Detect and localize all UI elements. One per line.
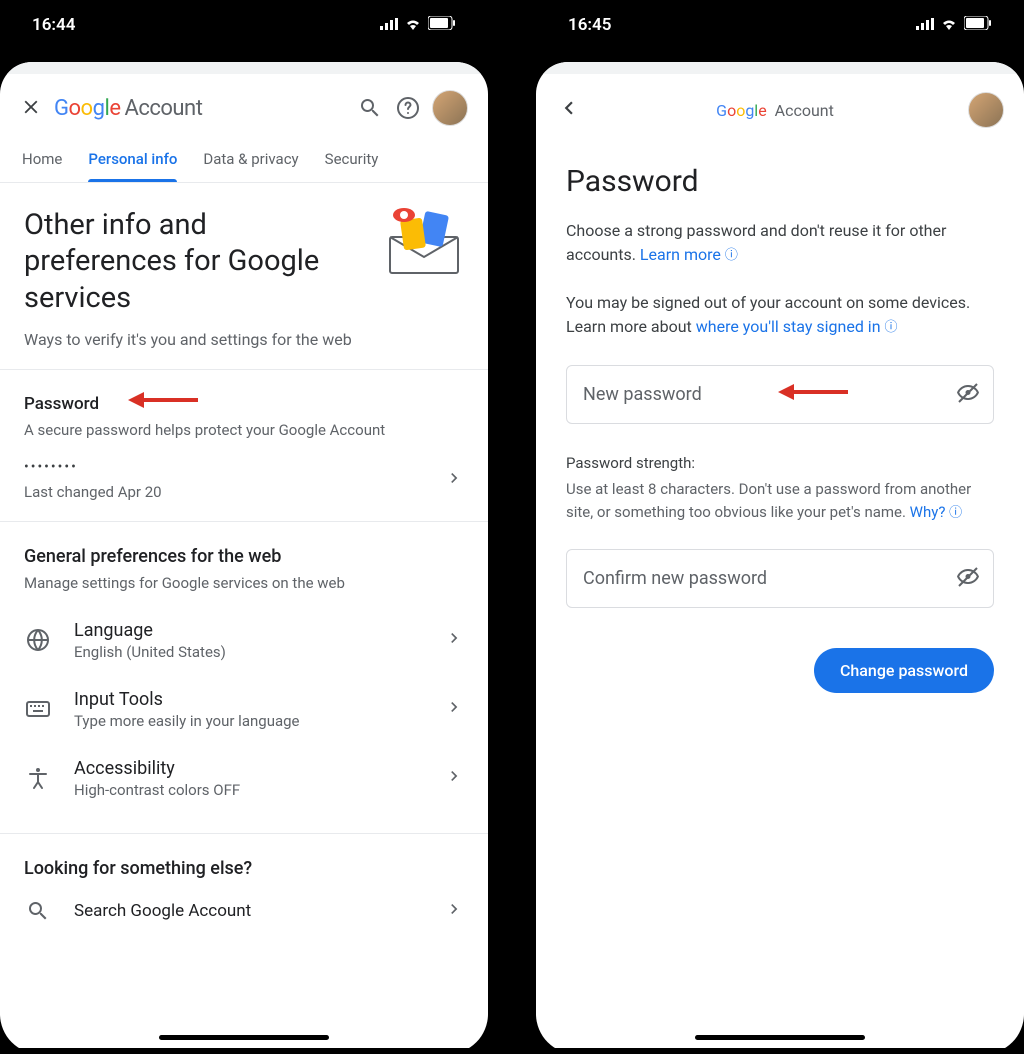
- tabs: Home Personal info Data & privacy Securi…: [0, 140, 488, 183]
- pref-sub: High-contrast colors OFF: [74, 781, 422, 799]
- home-indicator: [159, 1035, 329, 1040]
- screen-left: Google Account Home Personal info Data &…: [0, 62, 488, 1048]
- chevron-right-icon: [444, 899, 464, 923]
- chevron-right-icon: [444, 468, 464, 492]
- page-title: Password: [566, 164, 994, 199]
- pref-sub: English (United States): [74, 643, 422, 661]
- section-subtitle: Ways to verify it's you and settings for…: [24, 330, 464, 349]
- pref-input-tools[interactable]: Input Tools Type more easily in your lan…: [24, 675, 464, 744]
- password-changed: Last changed Apr 20: [24, 483, 162, 501]
- status-bar: 16:45: [536, 0, 1024, 50]
- wifi-icon: [940, 15, 958, 35]
- section-looking: Looking for something else? Search Googl…: [0, 834, 488, 937]
- google-logo: Google Account: [716, 101, 834, 120]
- browser-tab-sliver: [6, 62, 482, 74]
- annotation-arrow: [778, 382, 848, 402]
- tab-security[interactable]: Security: [325, 140, 379, 182]
- status-icons: [380, 15, 456, 35]
- signal-icon: [916, 15, 934, 35]
- globe-icon: [24, 628, 52, 652]
- eye-off-icon[interactable]: [956, 565, 980, 593]
- change-password-button[interactable]: Change password: [814, 648, 994, 693]
- strength-body: Use at least 8 characters. Don't use a p…: [566, 478, 994, 523]
- chevron-right-icon: [444, 766, 464, 790]
- pref-title: Input Tools: [74, 689, 422, 710]
- avatar[interactable]: [968, 92, 1004, 128]
- accessibility-icon: [24, 766, 52, 790]
- pref-title: Accessibility: [74, 758, 422, 779]
- browser-tab-sliver: [542, 62, 1018, 74]
- phone-left: 16:44 Google Account: [0, 0, 488, 1054]
- brand-account-label: Account: [124, 96, 202, 121]
- eye-off-icon[interactable]: [956, 381, 980, 409]
- info-icon: ⓘ: [725, 248, 738, 263]
- info-icon: ⓘ: [949, 505, 962, 520]
- home-indicator: [695, 1035, 865, 1040]
- info-icon: ⓘ: [885, 320, 898, 335]
- keyboard-icon: [24, 699, 52, 719]
- password-strength-block: Password strength: Use at least 8 charac…: [566, 454, 994, 523]
- search-icon[interactable]: [356, 94, 384, 122]
- stay-signed-in-link[interactable]: where you'll stay signed in ⓘ: [696, 317, 898, 336]
- phone-right: 16:45 Google Account Password Choose a s…: [536, 0, 1024, 1054]
- status-time: 16:45: [568, 15, 611, 35]
- learn-more-link[interactable]: Learn more ⓘ: [640, 245, 738, 264]
- wifi-icon: [404, 15, 422, 35]
- pref-title: Language: [74, 620, 422, 641]
- content-right: Password Choose a strong password and do…: [536, 140, 1024, 717]
- status-time: 16:44: [32, 15, 75, 35]
- signout-note: You may be signed out of your account on…: [566, 291, 994, 339]
- brand-account-label: Account: [775, 101, 834, 120]
- pref-accessibility[interactable]: Accessibility High-contrast colors OFF: [24, 744, 464, 813]
- header: Google Account: [536, 74, 1024, 140]
- strength-title: Password strength:: [566, 454, 994, 472]
- chevron-right-icon: [444, 628, 464, 652]
- general-title: General preferences for the web: [24, 546, 464, 567]
- search-account-row[interactable]: Search Google Account: [24, 885, 464, 937]
- pref-sub: Type more easily in your language: [74, 712, 422, 730]
- section-password[interactable]: Password A secure password helps protect…: [0, 370, 488, 522]
- content-left: Other info and preferences for Google se…: [0, 183, 488, 1048]
- why-link[interactable]: Why? ⓘ: [910, 503, 963, 521]
- google-logo: Google Account: [54, 96, 202, 121]
- new-password-field: [566, 365, 994, 424]
- chevron-right-icon: [444, 697, 464, 721]
- envelope-illustration: [384, 207, 464, 277]
- status-icons: [916, 15, 992, 35]
- search-label: Search Google Account: [74, 901, 422, 921]
- password-description: Choose a strong password and don't reuse…: [566, 219, 994, 267]
- looking-title: Looking for something else?: [24, 858, 464, 879]
- help-icon[interactable]: [394, 94, 422, 122]
- password-title: Password: [24, 394, 464, 414]
- section-general-prefs: General preferences for the web Manage s…: [0, 522, 488, 834]
- section-title: Other info and preferences for Google se…: [24, 207, 364, 316]
- confirm-password-input[interactable]: [566, 549, 994, 608]
- search-icon: [24, 899, 52, 923]
- confirm-password-field: [566, 549, 994, 608]
- annotation-arrow: [128, 390, 198, 410]
- tab-home[interactable]: Home: [22, 140, 62, 182]
- back-icon[interactable]: [556, 95, 582, 125]
- signal-icon: [380, 15, 398, 35]
- close-icon[interactable]: [20, 96, 44, 120]
- tab-personal-info[interactable]: Personal info: [88, 140, 177, 182]
- password-masked: ••••••••: [24, 459, 162, 475]
- section-other-info: Other info and preferences for Google se…: [0, 183, 488, 370]
- general-subtitle: Manage settings for Google services on t…: [24, 573, 464, 594]
- screen-right: Google Account Password Choose a strong …: [536, 62, 1024, 1048]
- avatar[interactable]: [432, 90, 468, 126]
- battery-icon: [428, 15, 456, 35]
- pref-language[interactable]: Language English (United States): [24, 606, 464, 675]
- password-subtitle: A secure password helps protect your Goo…: [24, 420, 464, 441]
- status-bar: 16:44: [0, 0, 488, 50]
- header: Google Account: [0, 74, 488, 140]
- battery-icon: [964, 15, 992, 35]
- tab-data-privacy[interactable]: Data & privacy: [203, 140, 298, 182]
